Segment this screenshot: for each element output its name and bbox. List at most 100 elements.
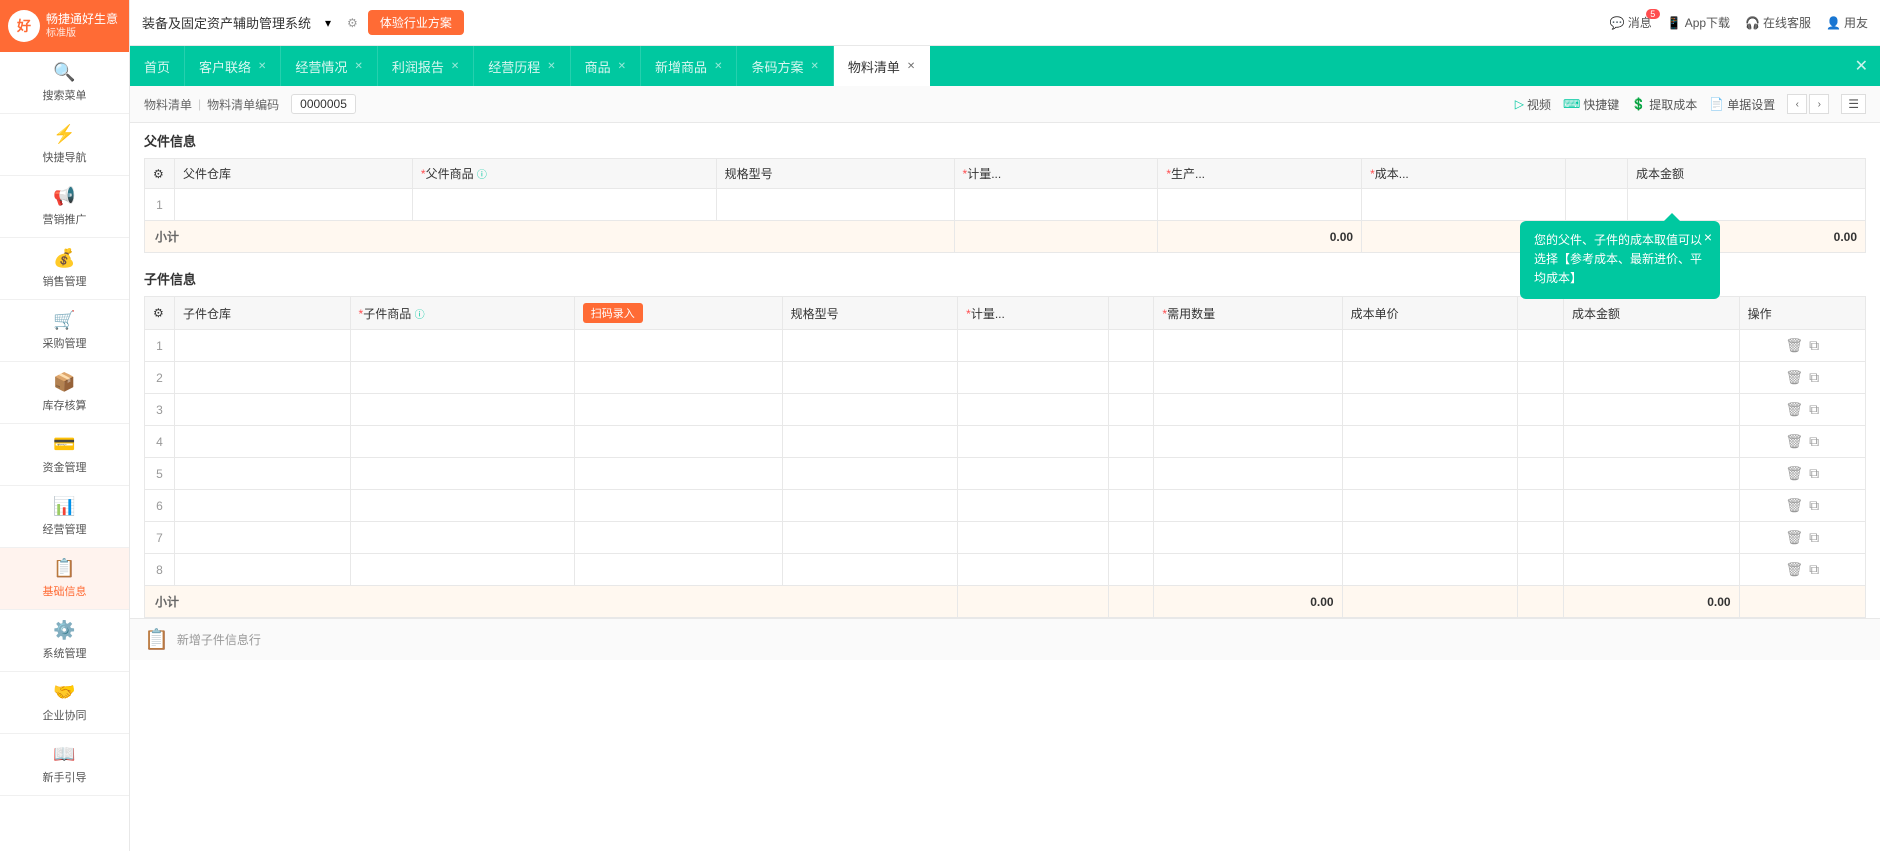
- child-cell-warehouse-1[interactable]: [175, 330, 351, 362]
- child-cell-spec-7[interactable]: [782, 522, 958, 554]
- child-cell-unit-8[interactable]: [958, 554, 1108, 586]
- parent-cell-cost-1[interactable]: [1362, 189, 1566, 221]
- child-cell-unit-cost-8[interactable]: [1342, 554, 1518, 586]
- online-service-item[interactable]: 🎧 在线客服: [1745, 14, 1811, 31]
- child-cell-scan-6[interactable]: [574, 490, 782, 522]
- child-cell-product-8[interactable]: [350, 554, 574, 586]
- copy-icon-1[interactable]: ⧉: [1809, 337, 1819, 354]
- child-cell-unit-cost-5[interactable]: [1342, 458, 1518, 490]
- sidebar-item-enterprise[interactable]: 🤝 企业协同: [0, 672, 129, 734]
- child-cell-product-3[interactable]: [350, 394, 574, 426]
- child-cell-unit-cost-7[interactable]: [1342, 522, 1518, 554]
- parent-cell-product-1[interactable]: [412, 189, 716, 221]
- child-cell-warehouse-5[interactable]: [175, 458, 351, 490]
- child-cell-product-2[interactable]: [350, 362, 574, 394]
- cost-action[interactable]: 💲 提取成本: [1631, 96, 1697, 113]
- tab-bom[interactable]: 物料清单 ✕: [834, 46, 930, 86]
- child-cell-spec-1[interactable]: [782, 330, 958, 362]
- child-cell-unit-6[interactable]: [958, 490, 1108, 522]
- tab-goods[interactable]: 商品 ✕: [571, 46, 641, 86]
- delete-icon-7[interactable]: 🗑: [1785, 529, 1803, 546]
- delete-icon-3[interactable]: 🗑: [1785, 401, 1803, 418]
- child-cell-qty-7[interactable]: [1154, 522, 1342, 554]
- tab-bom-close[interactable]: ✕: [907, 61, 915, 72]
- child-cell-unit-cost-2[interactable]: [1342, 362, 1518, 394]
- tab-profit[interactable]: 利润报告 ✕: [378, 46, 474, 86]
- delete-icon-6[interactable]: 🗑: [1785, 497, 1803, 514]
- copy-icon-5[interactable]: ⧉: [1809, 465, 1819, 482]
- copy-icon-3[interactable]: ⧉: [1809, 401, 1819, 418]
- child-cell-qty-6[interactable]: [1154, 490, 1342, 522]
- parent-cell-spec-1[interactable]: [716, 189, 954, 221]
- shortcut-action[interactable]: ⌨ 快捷键: [1563, 96, 1619, 113]
- parent-cell-production-1[interactable]: [1158, 189, 1362, 221]
- delete-icon-8[interactable]: 🗑: [1785, 561, 1803, 578]
- sidebar-item-operations[interactable]: 📊 经营管理: [0, 486, 129, 548]
- app-download-item[interactable]: 📱 App下载: [1667, 14, 1730, 31]
- parent-cell-unit-1[interactable]: [954, 189, 1158, 221]
- child-cell-product-4[interactable]: [350, 426, 574, 458]
- tab-operations[interactable]: 经营情况 ✕: [281, 46, 377, 86]
- tooltip-close-button[interactable]: ×: [1704, 226, 1712, 248]
- child-cell-spec-5[interactable]: [782, 458, 958, 490]
- view-video-action[interactable]: ▷ 视频: [1515, 96, 1551, 113]
- tab-customer-close[interactable]: ✕: [258, 61, 266, 72]
- settings-gear-icon[interactable]: ⚙: [347, 16, 358, 30]
- sidebar-item-search[interactable]: 🔍 搜索菜单: [0, 52, 129, 114]
- child-cell-spec-6[interactable]: [782, 490, 958, 522]
- child-cell-spec-4[interactable]: [782, 426, 958, 458]
- child-cell-scan-2[interactable]: [574, 362, 782, 394]
- child-cell-unit-4[interactable]: [958, 426, 1108, 458]
- child-cell-warehouse-2[interactable]: [175, 362, 351, 394]
- child-cell-qty-4[interactable]: [1154, 426, 1342, 458]
- child-cell-qty-1[interactable]: [1154, 330, 1342, 362]
- user-item[interactable]: 👤 用友: [1826, 14, 1868, 31]
- prev-arrow[interactable]: ‹: [1787, 94, 1807, 114]
- sidebar-item-system[interactable]: ⚙️ 系统管理: [0, 610, 129, 672]
- tab-profit-close[interactable]: ✕: [451, 61, 459, 72]
- message-item[interactable]: 💬 消息 5: [1610, 14, 1652, 31]
- sidebar-item-purchase[interactable]: 🛒 采购管理: [0, 300, 129, 362]
- child-gear-icon[interactable]: ⚙: [153, 306, 164, 320]
- child-cell-product-1[interactable]: [350, 330, 574, 362]
- child-cell-scan-1[interactable]: [574, 330, 782, 362]
- list-view-btn[interactable]: ☰: [1841, 94, 1866, 114]
- next-arrow[interactable]: ›: [1809, 94, 1829, 114]
- copy-icon-7[interactable]: ⧉: [1809, 529, 1819, 546]
- tab-goods-close[interactable]: ✕: [618, 61, 626, 72]
- child-cell-unit-1[interactable]: [958, 330, 1108, 362]
- copy-icon-8[interactable]: ⧉: [1809, 561, 1819, 578]
- child-cell-unit-cost-4[interactable]: [1342, 426, 1518, 458]
- delete-icon-5[interactable]: 🗑: [1785, 465, 1803, 482]
- child-col-gear[interactable]: ⚙: [145, 297, 175, 330]
- child-cell-unit-5[interactable]: [958, 458, 1108, 490]
- child-cell-product-7[interactable]: [350, 522, 574, 554]
- tab-history[interactable]: 经营历程 ✕: [474, 46, 570, 86]
- parent-col-gear[interactable]: ⚙: [145, 159, 175, 189]
- sidebar-item-guide[interactable]: 📖 新手引导: [0, 734, 129, 796]
- child-cell-scan-7[interactable]: [574, 522, 782, 554]
- copy-icon-2[interactable]: ⧉: [1809, 369, 1819, 386]
- child-cell-qty-3[interactable]: [1154, 394, 1342, 426]
- dropdown-arrow-icon[interactable]: ▾: [325, 16, 331, 30]
- tab-new-goods[interactable]: 新增商品 ✕: [641, 46, 737, 86]
- child-col-scan[interactable]: 扫码录入: [574, 297, 782, 330]
- trial-button[interactable]: 体验行业方案: [368, 10, 464, 35]
- child-cell-warehouse-3[interactable]: [175, 394, 351, 426]
- sidebar-item-quick-nav[interactable]: ⚡ 快捷导航: [0, 114, 129, 176]
- delete-icon-1[interactable]: 🗑: [1785, 337, 1803, 354]
- sidebar-item-sales[interactable]: 💰 销售管理: [0, 238, 129, 300]
- settings-action[interactable]: 📄 单据设置: [1709, 96, 1775, 113]
- child-cell-unit-7[interactable]: [958, 522, 1108, 554]
- tab-operations-close[interactable]: ✕: [354, 61, 362, 72]
- scan-input-button[interactable]: 扫码录入: [583, 303, 643, 323]
- gear-icon[interactable]: ⚙: [153, 167, 164, 181]
- tab-barcode-close[interactable]: ✕: [810, 61, 818, 72]
- child-cell-warehouse-4[interactable]: [175, 426, 351, 458]
- sidebar-item-basic-info[interactable]: 📋 基础信息: [0, 548, 129, 610]
- delete-icon-4[interactable]: 🗑: [1785, 433, 1803, 450]
- child-cell-spec-3[interactable]: [782, 394, 958, 426]
- child-cell-unit-2[interactable]: [958, 362, 1108, 394]
- child-cell-scan-3[interactable]: [574, 394, 782, 426]
- child-cell-warehouse-8[interactable]: [175, 554, 351, 586]
